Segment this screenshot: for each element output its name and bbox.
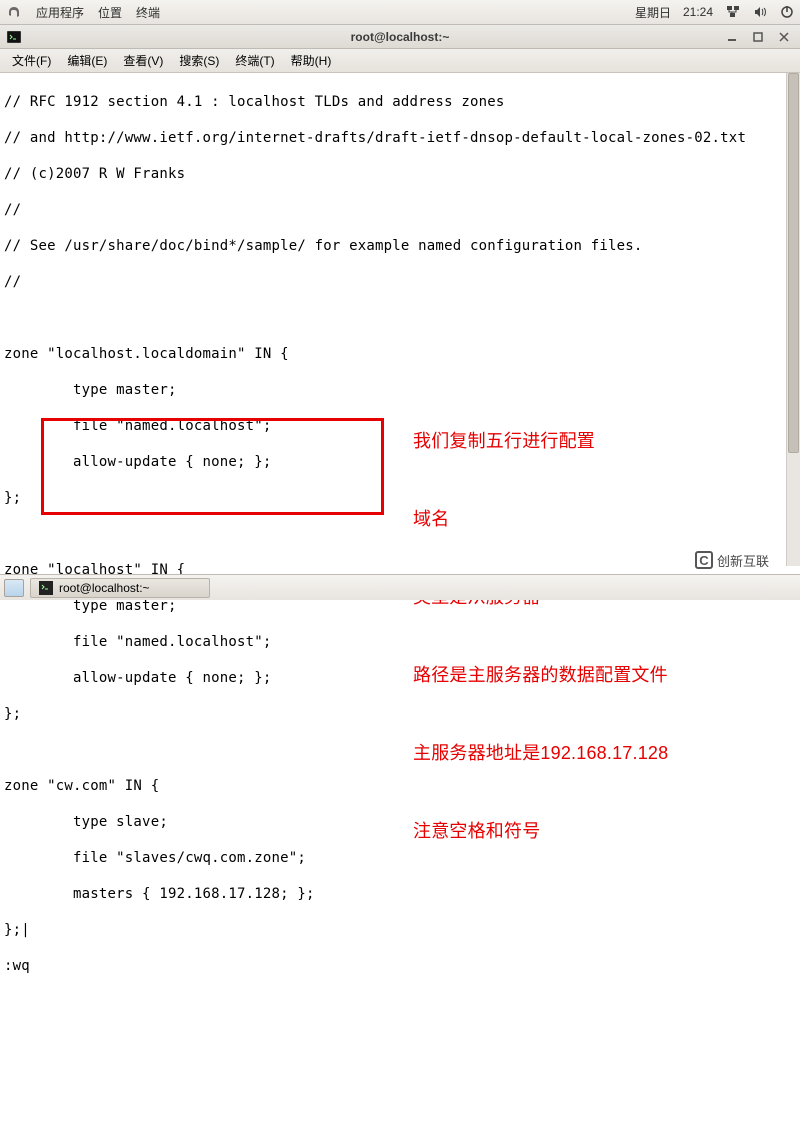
menu-search[interactable]: 搜索(S)	[173, 50, 225, 71]
annotation-line: 路径是主服务器的数据配置文件	[413, 662, 668, 688]
window-minimize-button[interactable]	[726, 31, 738, 43]
gnome-foot-icon	[6, 4, 22, 20]
menu-applications[interactable]: 应用程序	[36, 4, 84, 21]
panel-time[interactable]: 21:24	[683, 5, 713, 19]
terminal-line: };	[4, 706, 21, 722]
window-close-button[interactable]	[778, 31, 790, 43]
panel-date[interactable]: 星期日	[635, 4, 671, 21]
menu-terminal-menu[interactable]: 终端(T)	[229, 50, 280, 71]
terminal-line: //	[4, 274, 21, 290]
menu-file[interactable]: 文件(F)	[6, 50, 57, 71]
gnome-bottom-panel: root@localhost:~	[0, 574, 800, 600]
terminal-line: type master;	[4, 382, 177, 398]
terminal-line: allow-update { none; };	[4, 670, 272, 686]
window-titlebar[interactable]: root@localhost:~	[0, 25, 800, 49]
terminal-task-icon	[39, 581, 53, 595]
terminal-viewport[interactable]: // RFC 1912 section 4.1 : localhost TLDs…	[0, 73, 800, 566]
power-icon[interactable]	[779, 5, 794, 20]
gnome-top-panel: 应用程序 位置 终端 星期日 21:24	[0, 0, 800, 25]
watermark-logo-icon: C	[695, 551, 713, 569]
menu-help[interactable]: 帮助(H)	[285, 50, 338, 71]
terminal-line: masters { 192.168.17.128; };	[4, 886, 315, 902]
menu-edit[interactable]: 编辑(E)	[61, 50, 113, 71]
annotation-line: 主服务器地址是192.168.17.128	[413, 740, 668, 766]
terminal-line: };|	[4, 922, 30, 938]
terminal-line: zone "localhost.localdomain" IN {	[4, 346, 289, 362]
menu-places[interactable]: 位置	[98, 4, 122, 21]
terminal-line: file "slaves/cwq.com.zone";	[4, 850, 306, 866]
terminal-line: file "named.localhost";	[4, 418, 272, 434]
terminal-line: :wq	[4, 958, 30, 974]
terminal-line: type master;	[4, 598, 177, 614]
network-icon[interactable]	[725, 5, 740, 20]
terminal-line: file "named.localhost";	[4, 634, 272, 650]
terminal-app-icon	[6, 29, 22, 45]
annotation-line: 域名	[413, 506, 668, 532]
terminal-line: // See /usr/share/doc/bind*/sample/ for …	[4, 238, 643, 254]
menubar: 文件(F) 编辑(E) 查看(V) 搜索(S) 终端(T) 帮助(H)	[0, 49, 800, 73]
annotation-text: 我们复制五行进行配置 域名 类型是从服务器 路径是主服务器的数据配置文件 主服务…	[413, 376, 668, 896]
watermark: C 创新互联	[672, 550, 792, 570]
taskbar-task[interactable]: root@localhost:~	[30, 578, 210, 598]
annotation-line: 我们复制五行进行配置	[413, 428, 668, 454]
window-title: root@localhost:~	[351, 30, 450, 44]
menu-terminal[interactable]: 终端	[136, 4, 160, 21]
terminal-line: // and http://www.ietf.org/internet-draf…	[4, 130, 746, 146]
watermark-text: 创新互联	[717, 551, 769, 570]
terminal-line: type slave;	[4, 814, 168, 830]
window-maximize-button[interactable]	[752, 31, 764, 43]
scrollbar-thumb[interactable]	[788, 73, 799, 453]
menu-view[interactable]: 查看(V)	[117, 50, 169, 71]
show-desktop-button[interactable]	[4, 579, 24, 597]
taskbar-task-label: root@localhost:~	[59, 581, 150, 595]
terminal-line: allow-update { none; };	[4, 454, 272, 470]
terminal-line: //	[4, 202, 21, 218]
terminal-line: // (c)2007 R W Franks	[4, 166, 185, 182]
terminal-line: // RFC 1912 section 4.1 : localhost TLDs…	[4, 94, 504, 110]
terminal-line: };	[4, 490, 21, 506]
annotation-line: 注意空格和符号	[413, 818, 668, 844]
volume-icon[interactable]	[752, 5, 767, 20]
terminal-line: zone "cw.com" IN {	[4, 778, 159, 794]
terminal-scrollbar[interactable]	[786, 73, 800, 566]
